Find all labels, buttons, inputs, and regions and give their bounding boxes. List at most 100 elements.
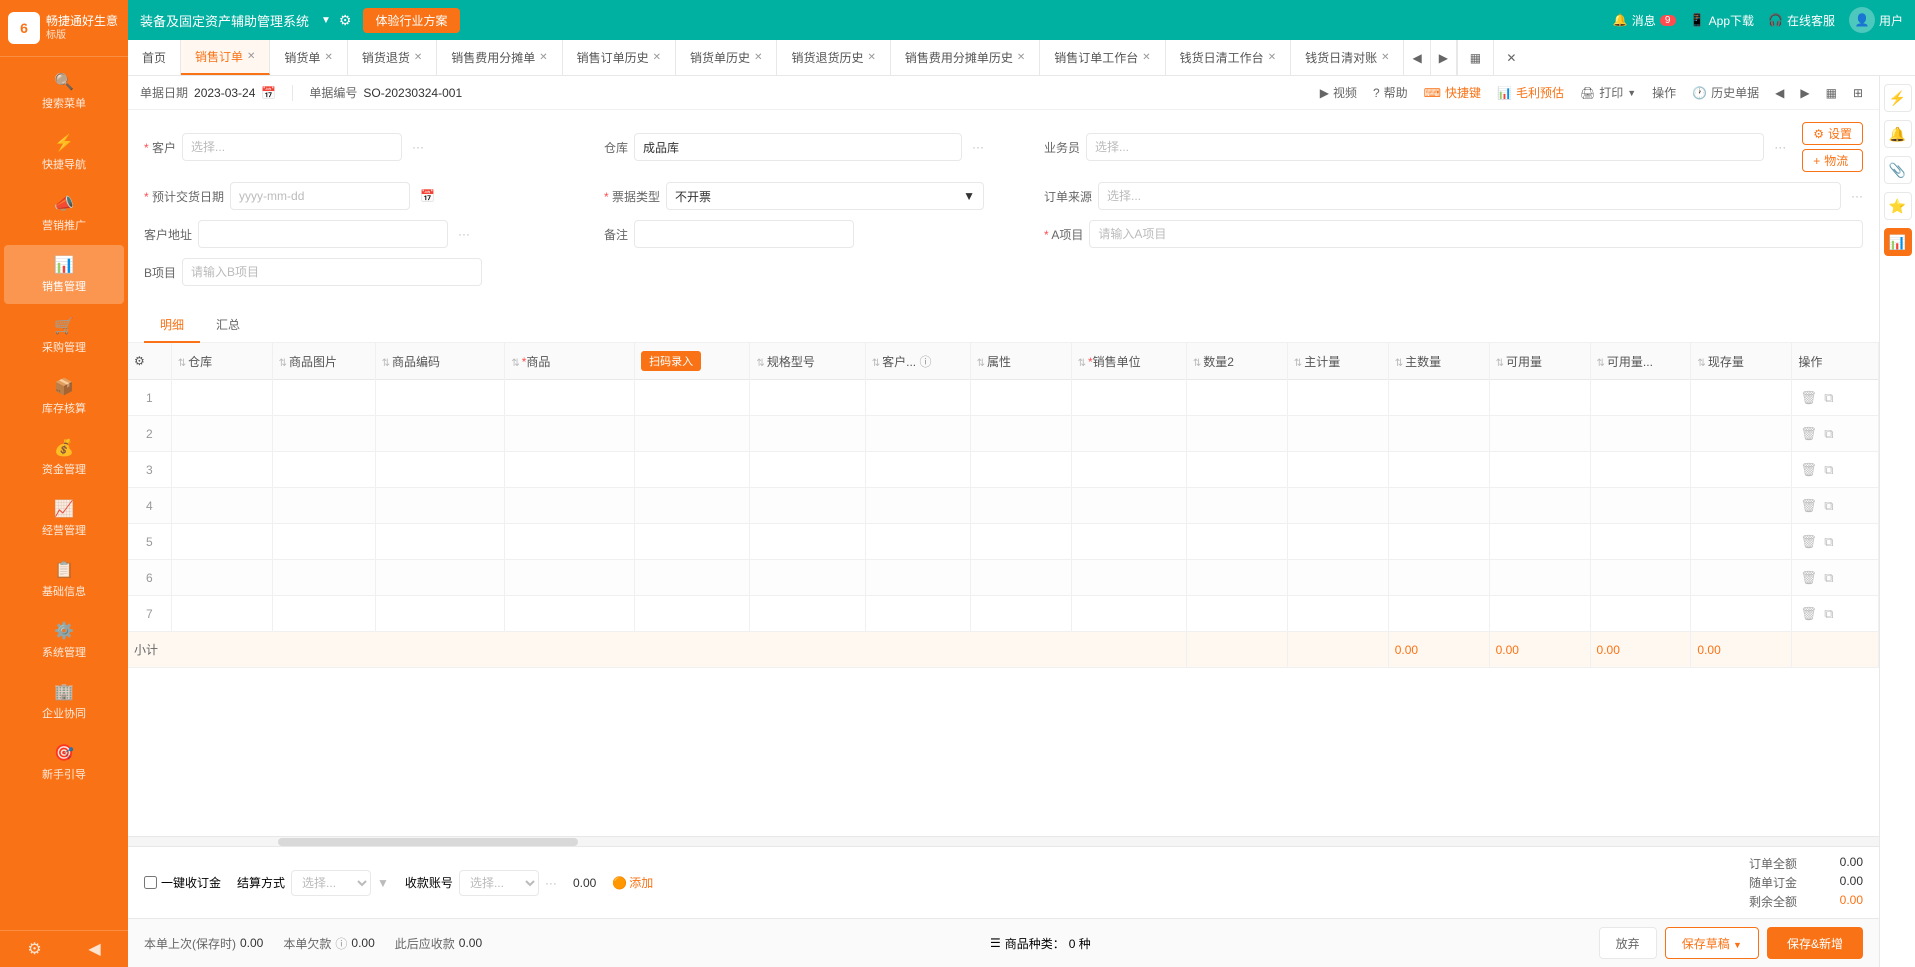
cell-spec[interactable]	[750, 452, 865, 488]
delivery-date-input[interactable]	[230, 182, 410, 210]
warehouse-more-icon[interactable]: ···	[972, 140, 984, 154]
cell-product-code[interactable]	[375, 524, 505, 560]
cell-available2[interactable]	[1590, 524, 1691, 560]
row-copy-btn[interactable]: ⧉	[1822, 604, 1835, 623]
tab-close-icon[interactable]: ✕	[1381, 52, 1389, 63]
sidebar-item-enterprise[interactable]: 🏢 企业协同	[4, 672, 124, 731]
cell-qty2[interactable]	[1186, 524, 1287, 560]
cell-product[interactable]	[505, 524, 635, 560]
a-project-input[interactable]	[1089, 220, 1863, 248]
cell-sales-unit[interactable]	[1071, 416, 1186, 452]
cell-spec[interactable]	[750, 416, 865, 452]
sidebar-item-quick-nav[interactable]: ⚡ 快捷导航	[4, 123, 124, 182]
cell-available[interactable]	[1489, 452, 1590, 488]
settings-icon[interactable]: ⚙	[134, 354, 145, 368]
cell-current-stock[interactable]	[1691, 416, 1792, 452]
tab-close-icon[interactable]: ✕	[754, 52, 762, 63]
cell-product[interactable]	[505, 416, 635, 452]
tab-close-icon[interactable]: ✕	[247, 51, 255, 62]
right-panel-btn-3[interactable]: 📎	[1884, 156, 1912, 184]
cell-qty2[interactable]	[1186, 488, 1287, 524]
tab-close-all-btn[interactable]: ✕	[1493, 40, 1529, 76]
row-delete-btn[interactable]: 🗑	[1798, 460, 1819, 479]
cell-current-stock[interactable]	[1691, 596, 1792, 632]
cell-product-img[interactable]	[272, 452, 375, 488]
tab-sales-order[interactable]: 销售订单 ✕	[181, 40, 270, 75]
row-copy-btn[interactable]: ⧉	[1822, 388, 1835, 407]
cell-available2[interactable]	[1590, 416, 1691, 452]
cell-main-qty[interactable]	[1388, 560, 1489, 596]
cell-main-qty[interactable]	[1388, 488, 1489, 524]
cell-warehouse[interactable]	[171, 560, 272, 596]
tab-close-icon[interactable]: ✕	[324, 52, 332, 63]
cell-customer-code[interactable]	[865, 524, 970, 560]
cell-attr[interactable]	[970, 452, 1071, 488]
tab-sales-order-workbench[interactable]: 销售订单工作台 ✕	[1040, 40, 1165, 75]
profit-btn[interactable]: 📊 毛利预估	[1493, 82, 1568, 103]
cell-available[interactable]	[1489, 524, 1590, 560]
cell-product-img[interactable]	[272, 560, 375, 596]
tab-sales-goods-return[interactable]: 销货退货 ✕	[348, 40, 437, 75]
cell-customer-code[interactable]	[865, 380, 970, 416]
payment-method-select[interactable]: 选择...	[291, 870, 371, 896]
toolbar-full-btn[interactable]: ⊞	[1849, 84, 1867, 102]
row-copy-btn[interactable]: ⧉	[1822, 496, 1835, 515]
tab-sales-history[interactable]: 销货单历史 ✕	[676, 40, 777, 75]
tab-sales-fee-split[interactable]: 销售费用分摊单 ✕	[437, 40, 562, 75]
right-panel-btn-5[interactable]: 📊	[1884, 228, 1912, 256]
tab-sales-return-history[interactable]: 销货退货历史 ✕	[777, 40, 890, 75]
cell-available[interactable]	[1489, 416, 1590, 452]
cell-product-code[interactable]	[375, 596, 505, 632]
cell-warehouse[interactable]	[171, 488, 272, 524]
right-panel-btn-4[interactable]: ⭐	[1884, 192, 1912, 220]
tab-close-icon[interactable]: ✕	[414, 52, 422, 63]
tab-cash-daily-account[interactable]: 钱货日清对账 ✕	[1291, 40, 1404, 75]
cell-available2[interactable]	[1590, 380, 1691, 416]
customer-more-icon[interactable]: ···	[412, 140, 424, 154]
b-project-input[interactable]	[182, 258, 482, 286]
cell-spec[interactable]	[750, 596, 865, 632]
settings-icon[interactable]: ⚙	[339, 12, 352, 29]
cell-attr[interactable]	[970, 416, 1071, 452]
staff-more-icon[interactable]: ···	[1774, 140, 1786, 154]
cell-attr[interactable]	[970, 560, 1071, 596]
cell-product-code[interactable]	[375, 380, 505, 416]
row-delete-btn[interactable]: 🗑	[1798, 424, 1819, 443]
sidebar-settings-btn[interactable]: ⚙	[27, 939, 41, 959]
cell-qty2[interactable]	[1186, 380, 1287, 416]
cell-qty2[interactable]	[1186, 560, 1287, 596]
app-download-btn[interactable]: 📱 App下载	[1690, 12, 1754, 29]
toolbar-list-view-btn[interactable]: ▦	[1822, 84, 1841, 102]
cell-available2[interactable]	[1590, 596, 1691, 632]
sidebar-item-inventory[interactable]: 📦 库存核算	[4, 367, 124, 426]
cell-sales-unit[interactable]	[1071, 560, 1186, 596]
cell-main-qty[interactable]	[1388, 380, 1489, 416]
cell-main-unit[interactable]	[1287, 452, 1388, 488]
cell-attr[interactable]	[970, 380, 1071, 416]
tab-cash-daily-workbench[interactable]: 钱货日清工作台 ✕	[1166, 40, 1291, 75]
warehouse-select[interactable]: 成品库	[634, 133, 962, 161]
cell-sales-unit[interactable]	[1071, 452, 1186, 488]
cell-available[interactable]	[1489, 560, 1590, 596]
order-source-input[interactable]	[1098, 182, 1841, 210]
cell-warehouse[interactable]	[171, 452, 272, 488]
customer-input[interactable]	[182, 133, 402, 161]
detail-table-container[interactable]: ⚙ ⇅仓库 ⇅商品图片 ⇅商品编码	[128, 343, 1879, 836]
cell-product[interactable]	[505, 452, 635, 488]
tab-list-btn[interactable]: ▦	[1457, 40, 1493, 76]
sidebar-item-marketing[interactable]: 📣 营销推广	[4, 184, 124, 243]
cell-attr[interactable]	[970, 596, 1071, 632]
cell-product[interactable]	[505, 380, 635, 416]
cell-current-stock[interactable]	[1691, 488, 1792, 524]
cell-main-qty[interactable]	[1388, 524, 1489, 560]
cell-qty2[interactable]	[1186, 596, 1287, 632]
right-panel-btn-2[interactable]: 🔔	[1884, 120, 1912, 148]
operate-btn[interactable]: 操作	[1648, 82, 1680, 103]
right-panel-btn-1[interactable]: ⚡	[1884, 84, 1912, 112]
cell-spec[interactable]	[750, 524, 865, 560]
sidebar-item-system[interactable]: ⚙️ 系统管理	[4, 611, 124, 670]
address-more-icon[interactable]: ···	[458, 227, 470, 241]
settings-button[interactable]: ⚙ 设置	[1802, 122, 1863, 145]
staff-input[interactable]	[1086, 133, 1764, 161]
cell-warehouse[interactable]	[171, 416, 272, 452]
